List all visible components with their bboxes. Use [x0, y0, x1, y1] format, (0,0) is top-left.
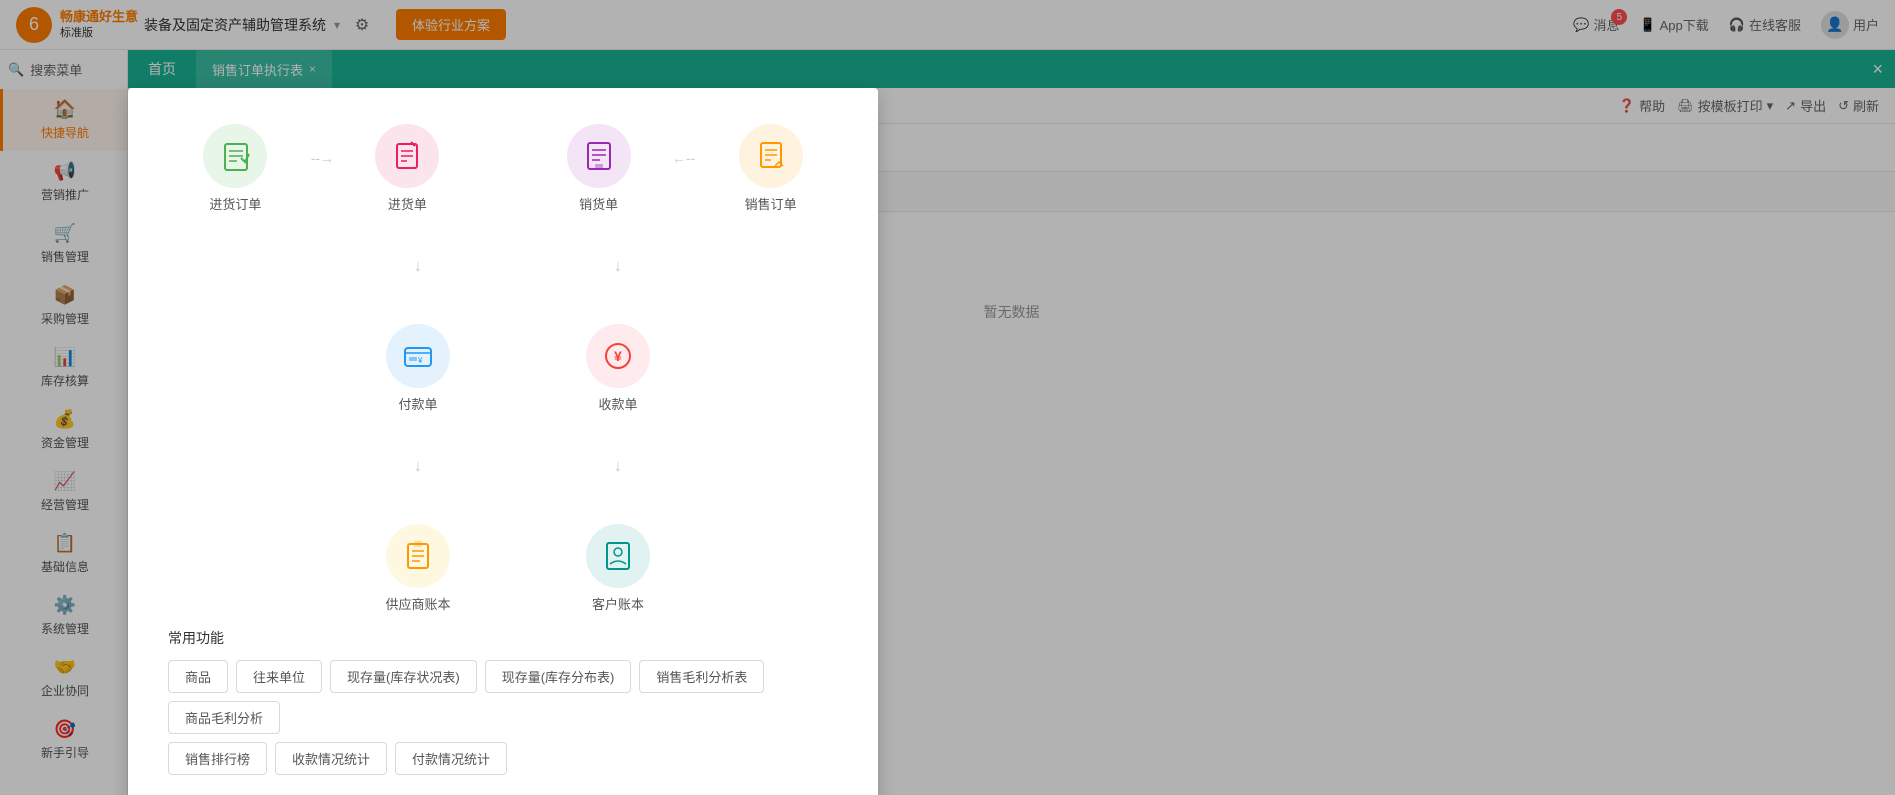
- purchase-bill-node[interactable]: 进货单: [350, 124, 465, 213]
- sales-order-label: 销售订单: [745, 194, 797, 213]
- func-btn-partners[interactable]: 往来单位: [236, 660, 322, 693]
- flow-diagram: 进货订单 - - →: [128, 88, 878, 628]
- svg-text:¥: ¥: [614, 348, 622, 364]
- purchase-bill-circle: [375, 124, 439, 188]
- function-buttons-row1: 商品 往来单位 现存量(库存状况表) 现存量(库存分布表) 销售毛利分析表 商品…: [168, 660, 838, 734]
- receipt-bill-node[interactable]: ¥ 收款单: [558, 324, 678, 413]
- payment-bill-node[interactable]: ¥ 付款单: [358, 324, 478, 413]
- customer-account-label: 客户账本: [592, 594, 644, 613]
- supplier-account-circle: [386, 524, 450, 588]
- purchase-order-node[interactable]: 进货订单: [178, 124, 293, 213]
- sales-bill-circle: [567, 124, 631, 188]
- sales-order-node[interactable]: 销售订单: [713, 124, 828, 213]
- down-arrow-payment: ↓: [358, 458, 478, 478]
- sales-bill-node[interactable]: 销货单: [541, 124, 656, 213]
- supplier-account-label: 供应商账本: [385, 594, 450, 613]
- modal-box: 进货订单 - - →: [128, 88, 878, 795]
- common-functions-title: 常用功能: [168, 628, 838, 648]
- down-arrow-pb: ↓: [358, 258, 478, 278]
- flow-row-2: ¥ 付款单 ¥ 收款单: [178, 318, 828, 418]
- arrow-po-to-pb: - - →: [293, 150, 350, 186]
- purchase-bill-label: 进货单: [388, 194, 427, 213]
- purchase-order-circle: [203, 124, 267, 188]
- common-functions-section: 常用功能 商品 往来单位 现存量(库存状况表) 现存量(库存分布表) 销售毛利分…: [128, 628, 878, 795]
- func-btn-stock-dist[interactable]: 现存量(库存分布表): [485, 660, 632, 693]
- function-buttons-row2: 销售排行榜 收款情况统计 付款情况统计: [168, 742, 838, 775]
- func-btn-stock-status[interactable]: 现存量(库存状况表): [330, 660, 477, 693]
- purchase-order-label: 进货订单: [209, 194, 261, 213]
- receipt-bill-circle: ¥: [586, 324, 650, 388]
- func-btn-receipt-stat[interactable]: 收款情况统计: [275, 742, 387, 775]
- receipt-bill-label: 收款单: [598, 394, 637, 413]
- flow-row-1: 进货订单 - - →: [178, 118, 828, 218]
- modal-overlay[interactable]: 进货订单 - - →: [0, 0, 1895, 795]
- customer-account-circle: [586, 524, 650, 588]
- sales-order-circle: [739, 124, 803, 188]
- payment-bill-circle: ¥: [386, 324, 450, 388]
- func-btn-sales-rank[interactable]: 销售排行榜: [168, 742, 267, 775]
- payment-bill-label: 付款单: [398, 394, 437, 413]
- flow-row-3: 供应商账本 客户账本: [178, 518, 828, 618]
- flow-down-arrows-row2: ↓ ↓: [178, 418, 828, 518]
- func-btn-payment-stat[interactable]: 付款情况统计: [395, 742, 507, 775]
- supplier-account-node[interactable]: 供应商账本: [358, 524, 478, 613]
- flow-down-arrows-row: ↓ ↓: [178, 218, 828, 318]
- customer-account-node[interactable]: 客户账本: [558, 524, 678, 613]
- sales-bill-label: 销货单: [579, 194, 618, 213]
- down-arrow-sb: ↓: [558, 258, 678, 278]
- func-btn-product-margin[interactable]: 商品毛利分析: [168, 701, 280, 734]
- func-btn-product[interactable]: 商品: [168, 660, 228, 693]
- func-btn-sales-margin[interactable]: 销售毛利分析表: [639, 660, 764, 693]
- down-arrow-receipt: ↓: [558, 458, 678, 478]
- svg-text:¥: ¥: [417, 356, 423, 365]
- arrow-so-to-sb: - - →: [656, 150, 713, 186]
